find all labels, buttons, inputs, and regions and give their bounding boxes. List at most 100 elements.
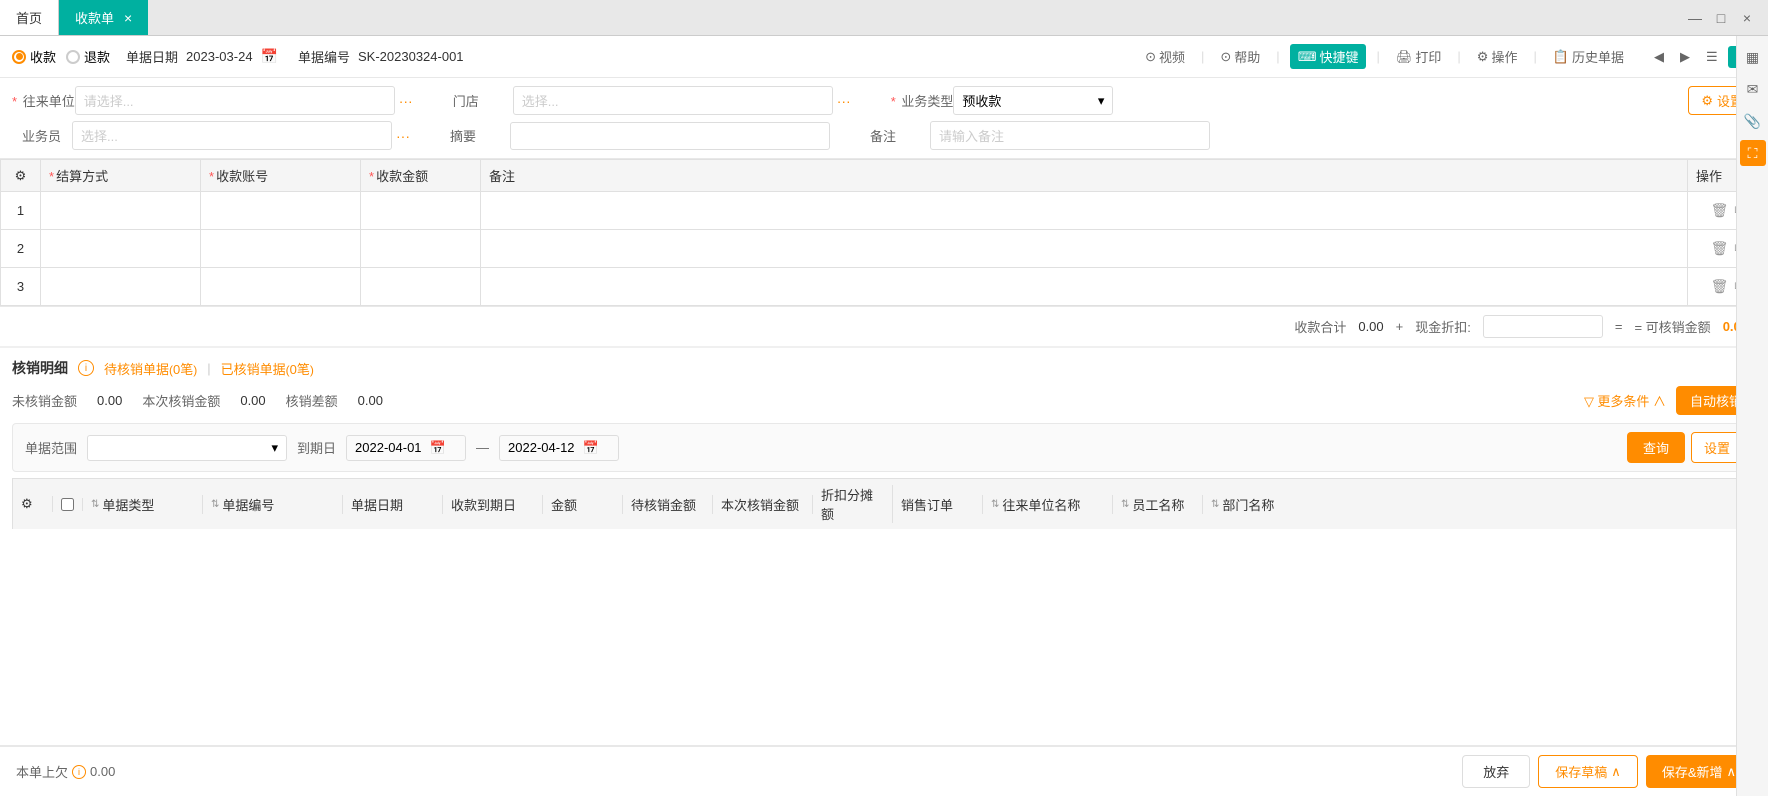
staff-more-btn[interactable]: ···: [396, 128, 410, 144]
row-3-account[interactable]: [201, 268, 361, 306]
discount-input[interactable]: [1483, 315, 1603, 338]
receipt-table: ⚙ *结算方式 *收款账号 *收款金额 备注: [0, 159, 1768, 306]
staff-label: 业务员: [12, 126, 72, 145]
row-1-settle[interactable]: [41, 192, 201, 230]
radio-receipt-circle: [12, 50, 26, 64]
row-2-account[interactable]: [201, 230, 361, 268]
this-cancel-label: 本次核销金额: [142, 391, 220, 410]
query-btn[interactable]: 查询: [1627, 432, 1685, 463]
more-filter-btn[interactable]: ▽ 更多条件 ∧: [1584, 391, 1666, 410]
row-2-delete-icon[interactable]: 🗑: [1711, 240, 1729, 257]
date-label: 到期日: [297, 438, 336, 457]
print-btn[interactable]: 🖨 打印: [1390, 45, 1448, 68]
sidebar-mail-icon[interactable]: ✉: [1740, 76, 1766, 102]
row-1-account[interactable]: [201, 192, 361, 230]
calendar-from-icon: 📅: [430, 440, 446, 456]
maximize-btn[interactable]: □: [1712, 9, 1730, 27]
history-btn[interactable]: 📋 历史单据: [1547, 45, 1630, 68]
row-1-idx: 1: [1, 192, 41, 230]
list-view-btn[interactable]: ☰: [1700, 46, 1724, 68]
calendar-icon[interactable]: 📅: [261, 48, 278, 65]
row-1-amount[interactable]: [361, 192, 481, 230]
staff-input[interactable]: 选择...: [72, 121, 392, 150]
select-all-checkbox[interactable]: [61, 498, 74, 511]
sort-icon: ⇅: [1121, 499, 1129, 510]
chevron-up-icon: ∧: [1726, 764, 1736, 780]
row-2-amount[interactable]: [361, 230, 481, 268]
counterpart-label: * 往来单位: [12, 91, 75, 110]
row-3-delete-icon[interactable]: 🗑: [1711, 278, 1729, 295]
sidebar-screenshot-icon[interactable]: ⛶: [1740, 140, 1766, 166]
sidebar-clip-icon[interactable]: 📎: [1740, 108, 1766, 134]
help-icon: ⊙: [1220, 49, 1231, 65]
table-row: 1 🗑 ⧉: [1, 192, 1768, 230]
bottom-bar: 本单上欠 i 0.00 放弃 保存草稿 ∧ 保存&新增 ∧: [0, 745, 1768, 796]
doc-no-label: 单据编号: [298, 47, 350, 66]
keyboard-icon: ⌨: [1298, 49, 1317, 65]
store-input[interactable]: 选择...: [513, 86, 833, 115]
detail-table-header: ⚙ ⇅ 单据类型 ⇅ 单据编号 单据日期 收款到期日: [12, 478, 1756, 529]
tab-receipt[interactable]: 收款单 ×: [59, 0, 148, 35]
operation-icon: ⚙: [1477, 49, 1489, 65]
radio-refund-label: 退款: [84, 47, 110, 66]
info-circle-icon[interactable]: i: [72, 765, 86, 779]
doc-date-label: 单据日期: [126, 47, 178, 66]
counterpart-input[interactable]: 请选择...: [75, 86, 395, 115]
date-to-input[interactable]: 2022-04-12 📅: [499, 435, 619, 461]
top-toolbar: 收款 退款 单据日期 2023-03-24 📅 单据编号 SK-20230324…: [0, 36, 1768, 78]
biz-type-label: * 业务类型: [891, 91, 954, 110]
tab-close-icon[interactable]: ×: [124, 10, 132, 26]
next-btn[interactable]: ▶: [1674, 46, 1696, 68]
done-tab[interactable]: 已核销单据(0笔): [221, 359, 314, 378]
summary-input[interactable]: [510, 122, 830, 150]
close-btn[interactable]: ×: [1738, 9, 1756, 27]
row-2-settle[interactable]: [41, 230, 201, 268]
doc-info: 单据日期 2023-03-24 📅 单据编号 SK-20230324-001: [126, 47, 464, 66]
operation-btn[interactable]: ⚙ 操作: [1471, 45, 1524, 68]
dth-checkbox[interactable]: [53, 498, 83, 511]
video-btn[interactable]: ⊙ 视频: [1139, 45, 1191, 68]
row-1-remark[interactable]: [481, 192, 1688, 230]
table-row: 3 🗑 ⧉: [1, 268, 1768, 306]
row-3-settle[interactable]: [41, 268, 201, 306]
counterpart-more-btn[interactable]: ···: [399, 93, 413, 109]
writeoff-stats: 未核销金额 0.00 本次核销金额 0.00 核销差额 0.00 ▽ 更多条件 …: [12, 386, 1756, 415]
discount-label: 现金折扣:: [1415, 317, 1471, 336]
dth-gear[interactable]: ⚙: [13, 496, 53, 512]
range-select[interactable]: ▾: [87, 435, 287, 461]
minimize-btn[interactable]: —: [1686, 9, 1704, 27]
th-gear[interactable]: ⚙: [1, 160, 41, 192]
radio-refund[interactable]: 退款: [66, 47, 110, 66]
store-more-btn[interactable]: ···: [837, 93, 851, 109]
row-3-amount[interactable]: [361, 268, 481, 306]
row-3-idx: 3: [1, 268, 41, 306]
diff-label: 核销差额: [286, 391, 338, 410]
th-settle: *结算方式: [41, 160, 201, 192]
help-btn[interactable]: ⊙ 帮助: [1214, 45, 1266, 68]
row-3-remark[interactable]: [481, 268, 1688, 306]
row-1-delete-icon[interactable]: 🗑: [1711, 202, 1729, 219]
uncancelled-label: 未核销金额: [12, 391, 77, 410]
toolbar-right: ⊙ 视频 | ⊙ 帮助 | ⌨ 快捷键 | 🖨 打印 |: [1139, 44, 1756, 69]
abandon-btn[interactable]: 放弃: [1462, 755, 1530, 788]
shortcut-btn[interactable]: ⌨ 快捷键: [1290, 44, 1367, 69]
radio-receipt[interactable]: 收款: [12, 47, 56, 66]
gear-icon: ⚙: [1701, 93, 1713, 109]
dth-this-cancel: 本次核销金额: [713, 495, 813, 514]
tab-receipt-label: 收款单: [75, 8, 114, 27]
dth-amount: 金额: [543, 495, 623, 514]
tab-home[interactable]: 首页: [0, 0, 59, 35]
writeoff-info-icon[interactable]: i: [78, 360, 94, 376]
row-2-idx: 2: [1, 230, 41, 268]
note-input[interactable]: 请输入备注: [930, 121, 1210, 150]
dth-sale-order: 销售订单: [893, 495, 983, 514]
sidebar-table-icon[interactable]: ▦: [1740, 44, 1766, 70]
doc-date-value: 2023-03-24: [186, 49, 253, 64]
draft-btn[interactable]: 保存草稿 ∧: [1538, 755, 1638, 788]
pending-tab[interactable]: 待核销单据(0笔): [104, 359, 197, 378]
row-2-remark[interactable]: [481, 230, 1688, 268]
dth-doc-no: ⇅ 单据编号: [203, 495, 343, 514]
prev-btn[interactable]: ◀: [1648, 46, 1670, 68]
biz-type-select[interactable]: 预收款 ▾: [953, 86, 1113, 115]
date-from-input[interactable]: 2022-04-01 📅: [346, 435, 466, 461]
